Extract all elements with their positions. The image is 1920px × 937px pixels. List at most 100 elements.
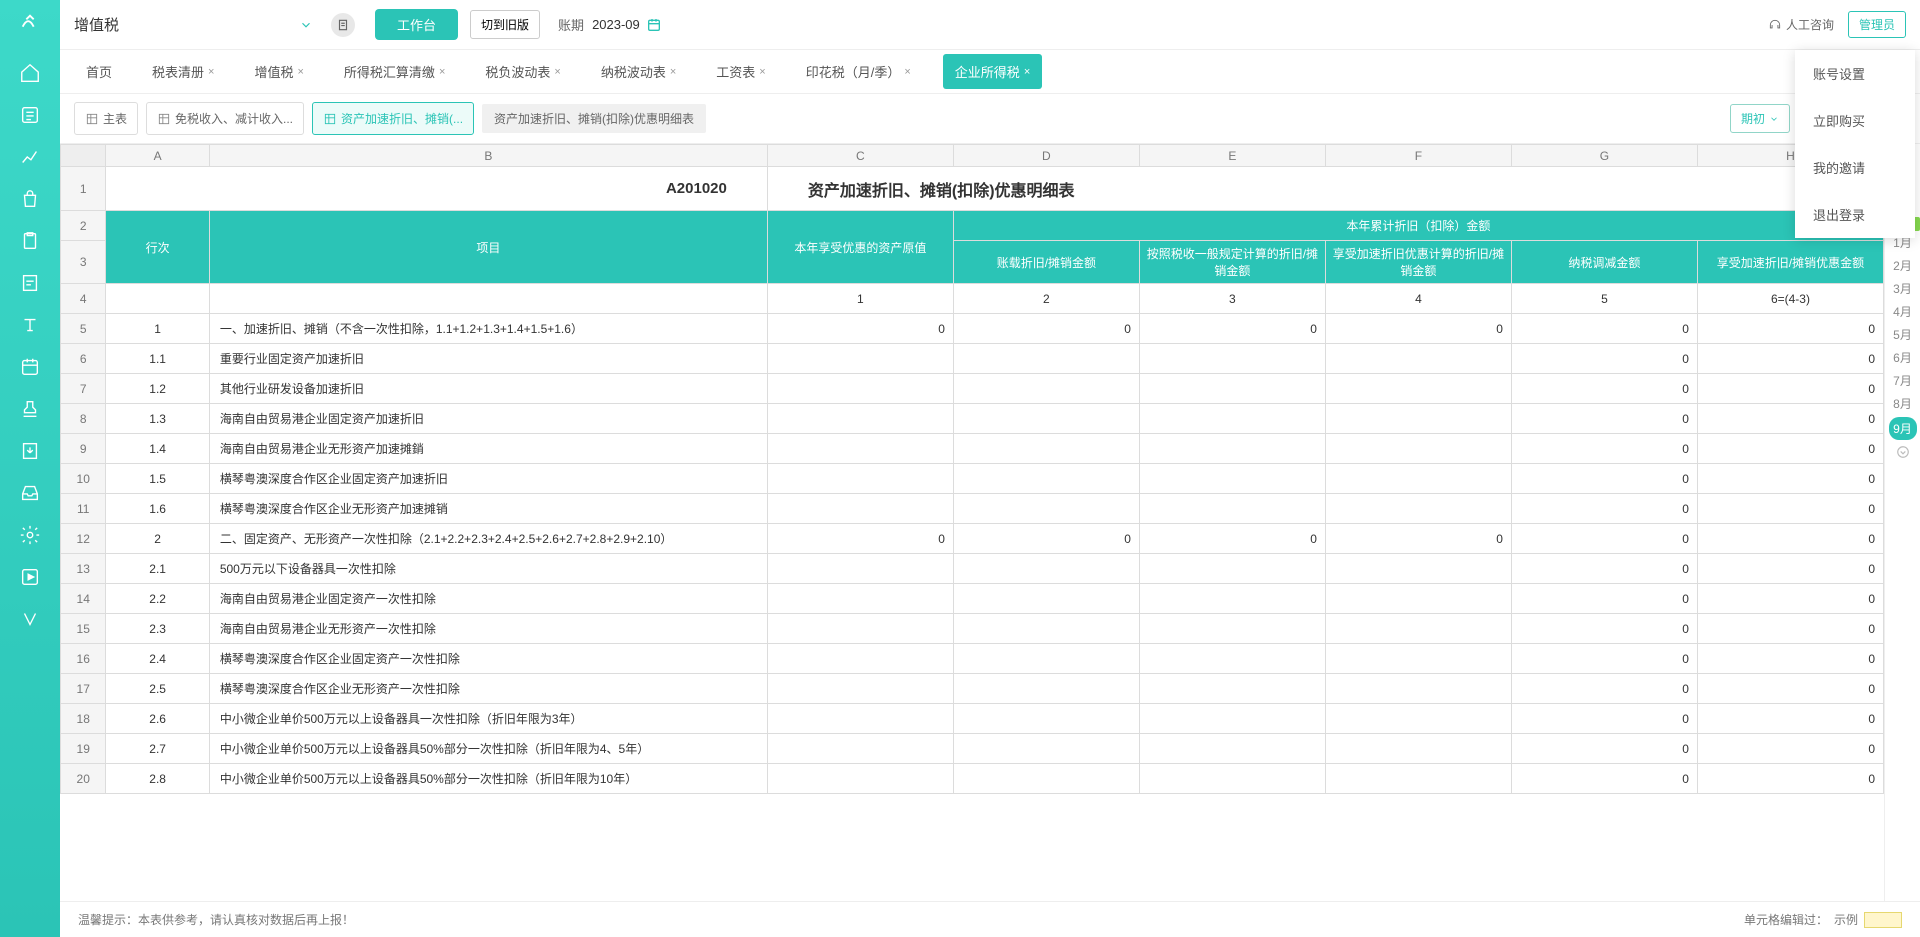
cell-value[interactable] xyxy=(953,554,1139,584)
cell-value[interactable] xyxy=(1139,644,1325,674)
cell-item[interactable]: 海南自由贸易港企业固定资产加速折旧 xyxy=(209,404,767,434)
cell-value[interactable] xyxy=(767,404,953,434)
nav-tab[interactable]: 税表清册 × xyxy=(144,52,222,91)
cell[interactable] xyxy=(209,284,767,314)
cell-value[interactable]: 0 xyxy=(1511,764,1697,794)
cell-value[interactable] xyxy=(767,464,953,494)
month-item[interactable]: 9月 xyxy=(1889,417,1917,440)
cell-value[interactable] xyxy=(1325,614,1511,644)
cell-value[interactable] xyxy=(767,344,953,374)
close-icon[interactable]: × xyxy=(904,66,910,78)
col-header[interactable]: D xyxy=(953,145,1139,167)
row-header[interactable]: 2 xyxy=(61,211,106,241)
nav-tab[interactable]: 企业所得税 × xyxy=(943,54,1042,89)
cell-value[interactable] xyxy=(1325,344,1511,374)
cell-item[interactable]: 海南自由贸易港企业固定资产一次性扣除 xyxy=(209,584,767,614)
cell-value[interactable] xyxy=(1325,674,1511,704)
cell-value[interactable]: 0 xyxy=(1697,404,1883,434)
cell-value[interactable]: 0 xyxy=(1697,674,1883,704)
cell-value[interactable]: 0 xyxy=(1139,314,1325,344)
text-icon[interactable] xyxy=(19,314,41,336)
grid-corner[interactable] xyxy=(61,145,106,167)
cell-value[interactable] xyxy=(953,494,1139,524)
consult-link[interactable]: 人工咨询 xyxy=(1768,16,1834,33)
cell-value[interactable] xyxy=(767,644,953,674)
cell-value[interactable]: 0 xyxy=(1511,344,1697,374)
cell-value[interactable] xyxy=(1325,554,1511,584)
sheet-tab-main[interactable]: 主表 xyxy=(74,102,138,135)
cell-value[interactable] xyxy=(953,704,1139,734)
cell-value[interactable] xyxy=(767,614,953,644)
cell-value[interactable] xyxy=(953,404,1139,434)
dropdown-item[interactable]: 立即购买 xyxy=(1795,97,1915,144)
export-icon[interactable] xyxy=(19,440,41,462)
cell-hangci[interactable]: 2.3 xyxy=(106,614,209,644)
cell-value[interactable] xyxy=(1139,464,1325,494)
cell-value[interactable] xyxy=(1139,704,1325,734)
expand-icon[interactable] xyxy=(1885,442,1920,465)
cell-value[interactable]: 0 xyxy=(1697,614,1883,644)
tax-type-selector[interactable]: 增值税 xyxy=(74,14,313,35)
cell-value[interactable] xyxy=(1325,464,1511,494)
cell-value[interactable]: 0 xyxy=(1511,314,1697,344)
cell-value[interactable]: 0 xyxy=(1697,314,1883,344)
sheet-tab-exempt[interactable]: 免税收入、减计收入... xyxy=(146,102,304,135)
cell[interactable]: 2 xyxy=(953,284,1139,314)
row-header[interactable]: 20 xyxy=(61,764,106,794)
month-item[interactable]: 6月 xyxy=(1885,346,1920,369)
cell[interactable]: 1 xyxy=(767,284,953,314)
cell-value[interactable]: 0 xyxy=(1697,764,1883,794)
cell-value[interactable] xyxy=(1325,764,1511,794)
cell-value[interactable] xyxy=(1325,584,1511,614)
cell-hangci[interactable]: 1.1 xyxy=(106,344,209,374)
cell-value[interactable]: 0 xyxy=(1511,584,1697,614)
close-icon[interactable]: × xyxy=(670,66,676,78)
cell-value[interactable]: 0 xyxy=(767,314,953,344)
nav-tab[interactable]: 工资表 × xyxy=(708,52,773,91)
chart-icon[interactable] xyxy=(19,146,41,168)
gear-icon[interactable] xyxy=(19,524,41,546)
row-header[interactable]: 8 xyxy=(61,404,106,434)
col-header[interactable]: C xyxy=(767,145,953,167)
cell-value[interactable] xyxy=(767,494,953,524)
cell-value[interactable] xyxy=(953,584,1139,614)
cell-item[interactable]: 其他行业研发设备加速折旧 xyxy=(209,374,767,404)
cell-value[interactable]: 0 xyxy=(1511,704,1697,734)
cell-value[interactable]: 0 xyxy=(1511,524,1697,554)
cell-value[interactable] xyxy=(953,644,1139,674)
cell-value[interactable]: 0 xyxy=(1697,584,1883,614)
cell-item[interactable]: 横琴粤澳深度合作区企业无形资产加速摊销 xyxy=(209,494,767,524)
cell-item[interactable]: 二、固定资产、无形资产一次性扣除（2.1+2.2+2.3+2.4+2.5+2.6… xyxy=(209,524,767,554)
cell-value[interactable] xyxy=(767,434,953,464)
nav-tab[interactable]: 纳税波动表 × xyxy=(593,52,684,91)
cell-value[interactable]: 0 xyxy=(1697,524,1883,554)
cell-value[interactable] xyxy=(1325,494,1511,524)
cell-value[interactable]: 0 xyxy=(1325,524,1511,554)
period-init-select[interactable]: 期初 xyxy=(1730,104,1790,133)
nav-tab[interactable]: 首页 xyxy=(78,52,120,91)
cell-item[interactable]: 中小微企业单价500万元以上设备器具50%部分一次性扣除（折旧年限为10年） xyxy=(209,764,767,794)
cell-value[interactable] xyxy=(953,344,1139,374)
cell-value[interactable] xyxy=(1325,404,1511,434)
nav-tab[interactable]: 所得税汇算清缴 × xyxy=(336,52,453,91)
cell-item[interactable]: 横琴粤澳深度合作区企业无形资产一次性扣除 xyxy=(209,674,767,704)
cell-value[interactable]: 0 xyxy=(1697,464,1883,494)
month-item[interactable]: 8月 xyxy=(1885,392,1920,415)
close-icon[interactable]: × xyxy=(1024,66,1030,78)
cell-value[interactable]: 0 xyxy=(1697,434,1883,464)
home-icon[interactable] xyxy=(19,62,41,84)
cell-value[interactable] xyxy=(953,374,1139,404)
row-header[interactable]: 3 xyxy=(61,241,106,284)
cell-hangci[interactable]: 1.6 xyxy=(106,494,209,524)
cell-hangci[interactable]: 2.7 xyxy=(106,734,209,764)
row-header[interactable]: 5 xyxy=(61,314,106,344)
cell-value[interactable]: 0 xyxy=(1511,734,1697,764)
cell-value[interactable]: 0 xyxy=(1511,674,1697,704)
switch-old-button[interactable]: 切到旧版 xyxy=(470,10,540,39)
workspace-button[interactable]: 工作台 xyxy=(375,9,458,40)
cell-value[interactable]: 0 xyxy=(1511,644,1697,674)
col-header[interactable]: F xyxy=(1325,145,1511,167)
row-header[interactable]: 6 xyxy=(61,344,106,374)
cell-value[interactable] xyxy=(767,374,953,404)
dropdown-item[interactable]: 退出登录 xyxy=(1795,191,1915,238)
